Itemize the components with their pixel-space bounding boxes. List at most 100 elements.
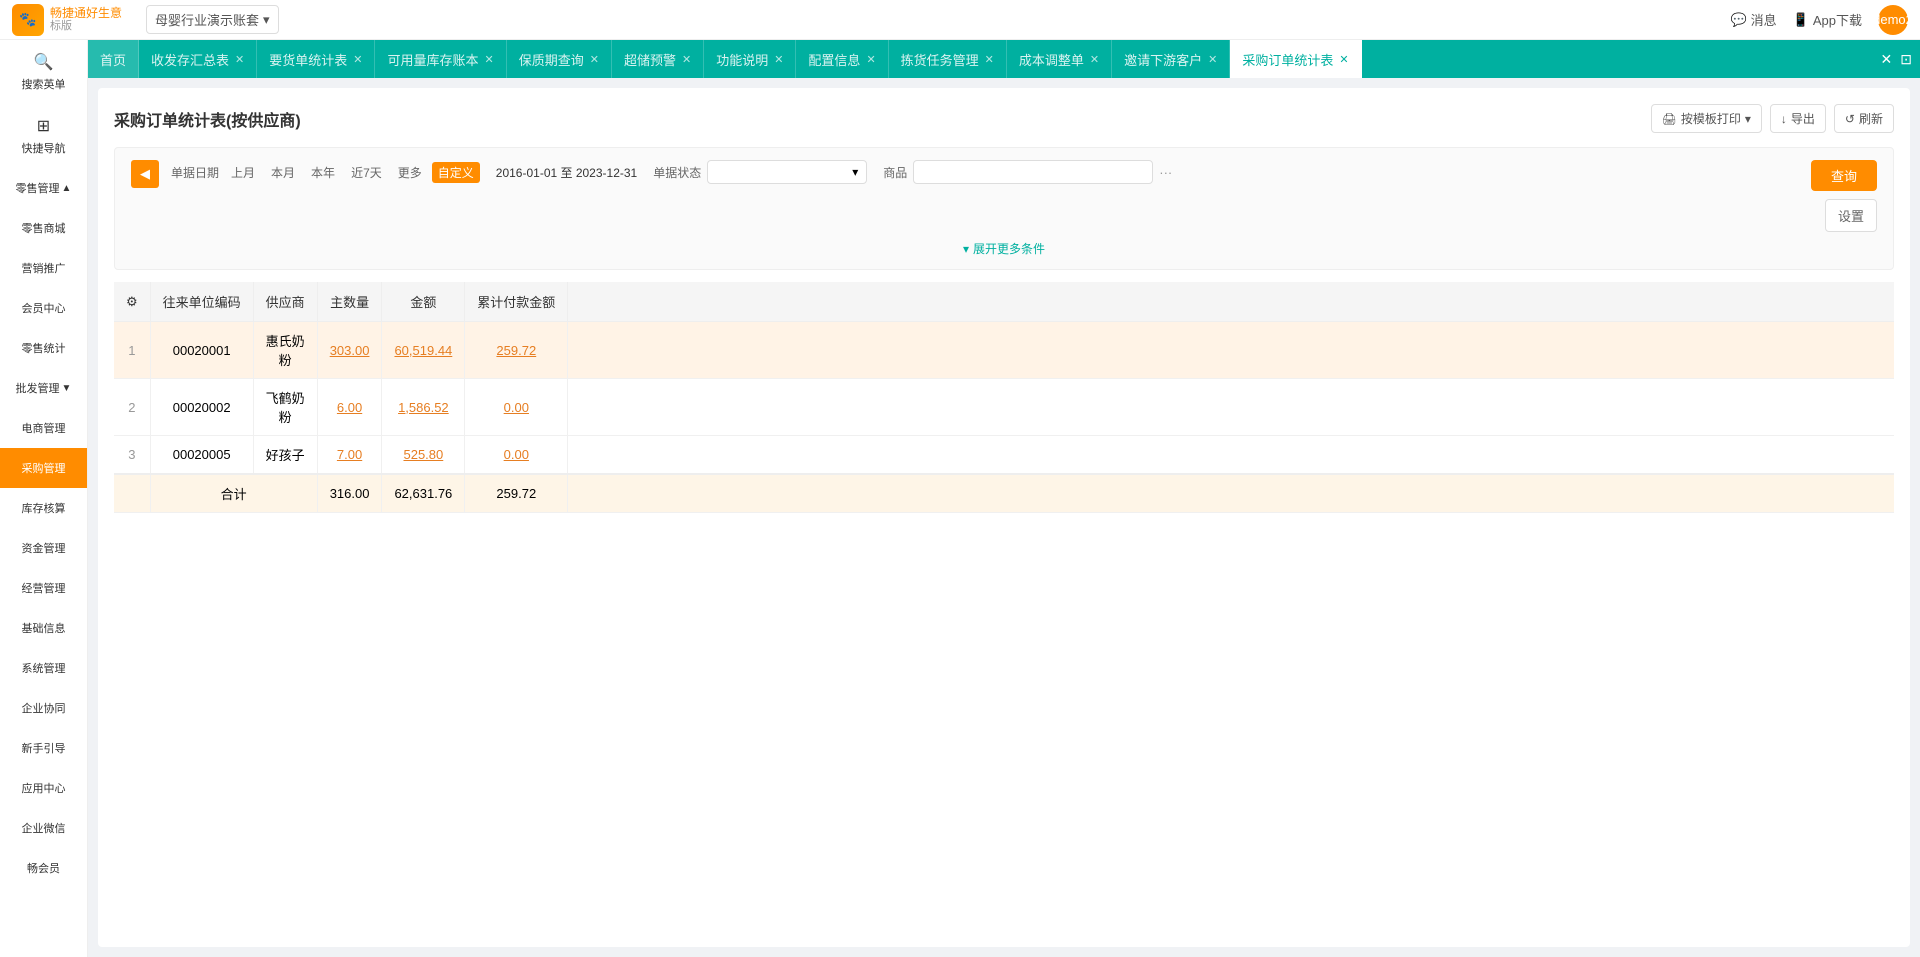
shortcut-7days[interactable]: 近7天 (345, 162, 388, 183)
print-button[interactable]: 🖨 按模板打印 ▾ (1651, 104, 1762, 133)
tab-close-task[interactable]: ✕ (985, 53, 994, 66)
search-button[interactable]: 查询 (1811, 160, 1877, 191)
table-row[interactable]: 1 00020001 惠氏奶粉 303.00 60,519.44 259.72 (114, 322, 1894, 379)
workspace-selector[interactable]: 母婴行业演示账套 ▾ (146, 5, 279, 34)
page-title: 采购订单统计表(按供应商) (114, 107, 301, 131)
sidebar-item-finance[interactable]: 资金管理 (0, 528, 87, 568)
logo-area: 🐾 畅捷通好生意 标版 (12, 4, 122, 36)
sidebar-item-system[interactable]: 系统管理 (0, 648, 87, 688)
tab-close-overstock[interactable]: ✕ (682, 53, 691, 66)
sidebar-item-purchase[interactable]: 采购管理 (0, 448, 87, 488)
tab-close-invite[interactable]: ✕ (1208, 53, 1217, 66)
tab-close-cost-adj[interactable]: ✕ (1090, 53, 1099, 66)
sidebar-item-marketing[interactable]: 营销推广 (0, 248, 87, 288)
tab-close-purchase-order-stat[interactable]: ✕ (1339, 53, 1348, 66)
avatar[interactable]: demo2 (1878, 5, 1908, 35)
message-btn[interactable]: 💬 消息 (1730, 10, 1776, 29)
sidebar-item-search[interactable]: 🔍 搜索英单 (0, 40, 87, 104)
tab-close-order-stat[interactable]: ✕ (353, 53, 362, 66)
goods-more-btn[interactable]: ··· (1155, 165, 1176, 180)
status-select[interactable]: ▾ (707, 160, 867, 184)
tab-expand-btn[interactable]: ⊡ (1900, 51, 1912, 68)
main: 首页 收发存汇总表 ✕ 要货单统计表 ✕ 可用量库存账本 ✕ 保质期查询 ✕ 超… (88, 40, 1920, 957)
shortcut-more[interactable]: 更多 (392, 162, 428, 183)
cell-amount[interactable]: 1,586.52 (382, 379, 465, 436)
sidebar-item-operation[interactable]: 经营管理 (0, 568, 87, 608)
sidebar-item-newbie[interactable]: 新手引导 (0, 728, 87, 768)
cell-amount[interactable]: 525.80 (382, 436, 465, 475)
tab-close-available-stock[interactable]: ✕ (485, 53, 494, 66)
tab-bar-end: ✕ ⊡ (1873, 51, 1920, 68)
status-filter-item: 单据状态 ▾ (653, 160, 867, 184)
tab-close-receive-send[interactable]: ✕ (235, 53, 244, 66)
filter-expand: ▾ 展开更多条件 (131, 240, 1877, 257)
cell-qty[interactable]: 303.00 (317, 322, 382, 379)
tab-home[interactable]: 首页 (88, 40, 139, 78)
sidebar-item-quicknav[interactable]: ⊞ 快捷导航 (0, 104, 87, 168)
tab-config[interactable]: 配置信息 ✕ (796, 40, 888, 78)
sidebar-item-member2[interactable]: 畅会员 (0, 848, 87, 888)
print-icon: 🖨 (1662, 112, 1677, 126)
shortcut-this-month[interactable]: 本月 (265, 162, 301, 183)
cell-paid[interactable]: 259.72 (465, 322, 568, 379)
expand-btn[interactable]: ▾ 展开更多条件 (963, 240, 1045, 257)
sidebar-item-wechat[interactable]: 企业微信 (0, 808, 87, 848)
cell-paid[interactable]: 0.00 (465, 379, 568, 436)
filter-dates: 上月 本月 本年 近7天 更多 自定义 (225, 162, 480, 183)
goods-input[interactable] (913, 160, 1153, 184)
sidebar-item-retail[interactable]: 零售管理 ▲ (0, 168, 87, 208)
sidebar-item-member[interactable]: 会员中心 (0, 288, 87, 328)
custom-tag[interactable]: 自定义 (432, 162, 480, 183)
cell-num: 2 (114, 379, 150, 436)
settings-icon[interactable]: ⚙ (126, 294, 138, 309)
shortcut-last-month[interactable]: 上月 (225, 162, 261, 183)
tab-validity[interactable]: 保质期查询 ✕ (507, 40, 612, 78)
sidebar-item-retail-shop[interactable]: 零售商城 (0, 208, 87, 248)
footer-label: 合计 (150, 474, 317, 513)
tab-close-validity[interactable]: ✕ (590, 53, 599, 66)
setting-button[interactable]: 设置 (1825, 199, 1877, 232)
app-download-btn[interactable]: 📱 App下载 (1793, 10, 1862, 29)
sidebar-item-basic[interactable]: 基础信息 (0, 608, 87, 648)
cell-qty[interactable]: 7.00 (317, 436, 382, 475)
cell-qty[interactable]: 6.00 (317, 379, 382, 436)
tab-close-funcguide[interactable]: ✕ (774, 53, 783, 66)
table-header-row: ⚙ 往来单位编码 供应商 主数量 金额 累计付款金额 (114, 282, 1894, 322)
page-container: 采购订单统计表(按供应商) 🖨 按模板打印 ▾ ↓ 导出 ↺ (98, 88, 1910, 947)
sidebar-item-ecommerce[interactable]: 电商管理 (0, 408, 87, 448)
tab-purchase-order-stat[interactable]: 采购订单统计表 ✕ (1230, 40, 1361, 78)
refresh-button[interactable]: ↺ 刷新 (1834, 104, 1894, 133)
tab-close-all-btn[interactable]: ✕ (1881, 51, 1893, 68)
tab-invite[interactable]: 邀请下游客户 ✕ (1112, 40, 1230, 78)
top-bar: 🐾 畅捷通好生意 标版 母婴行业演示账套 ▾ 💬 消息 📱 App下载 demo… (0, 0, 1920, 40)
tab-order-stat[interactable]: 要货单统计表 ✕ (257, 40, 375, 78)
sidebar-item-retail-stat[interactable]: 零售统计 (0, 328, 87, 368)
col-code: 往来单位编码 (150, 282, 253, 322)
cell-amount[interactable]: 60,519.44 (382, 322, 465, 379)
filter-main: ◀ 单据日期 上月 本月 本年 近7天 更多 (131, 160, 1877, 232)
sidebar-item-collab[interactable]: 企业协同 (0, 688, 87, 728)
table-row[interactable]: 3 00020005 好孩子 7.00 525.80 0.00 (114, 436, 1894, 475)
col-settings[interactable]: ⚙ (114, 282, 150, 322)
col-supplier: 供应商 (253, 282, 317, 322)
page-actions: 🖨 按模板打印 ▾ ↓ 导出 ↺ 刷新 (1651, 104, 1894, 133)
sidebar-item-wholesale[interactable]: 批发管理 ▼ (0, 368, 87, 408)
layout: 🔍 搜索英单 ⊞ 快捷导航 零售管理 ▲ 零售商城 营销推广 会员中心 零售统计… (0, 40, 1920, 957)
table-row[interactable]: 2 00020002 飞鹤奶粉 6.00 1,586.52 0.00 (114, 379, 1894, 436)
shortcut-this-year[interactable]: 本年 (305, 162, 341, 183)
tab-available-stock[interactable]: 可用量库存账本 ✕ (375, 40, 506, 78)
tab-bar: 首页 收发存汇总表 ✕ 要货单统计表 ✕ 可用量库存账本 ✕ 保质期查询 ✕ 超… (88, 40, 1920, 78)
sidebar-item-inventory[interactable]: 库存核算 (0, 488, 87, 528)
tab-overstock[interactable]: 超储预警 ✕ (612, 40, 704, 78)
tab-cost-adj[interactable]: 成本调整单 ✕ (1007, 40, 1112, 78)
tab-funcguide[interactable]: 功能说明 ✕ (704, 40, 796, 78)
tab-close-config[interactable]: ✕ (866, 53, 875, 66)
export-button[interactable]: ↓ 导出 (1770, 104, 1826, 133)
chevron-down-print: ▾ (1745, 112, 1751, 126)
filter-fields: 单据日期 上月 本月 本年 近7天 更多 自定义 (171, 160, 1799, 184)
cell-paid[interactable]: 0.00 (465, 436, 568, 475)
tab-receive-send[interactable]: 收发存汇总表 ✕ (139, 40, 257, 78)
sidebar-item-appcenter[interactable]: 应用中心 (0, 768, 87, 808)
tab-task[interactable]: 拣货任务管理 ✕ (889, 40, 1007, 78)
filter-collapse-btn[interactable]: ◀ (131, 160, 159, 188)
